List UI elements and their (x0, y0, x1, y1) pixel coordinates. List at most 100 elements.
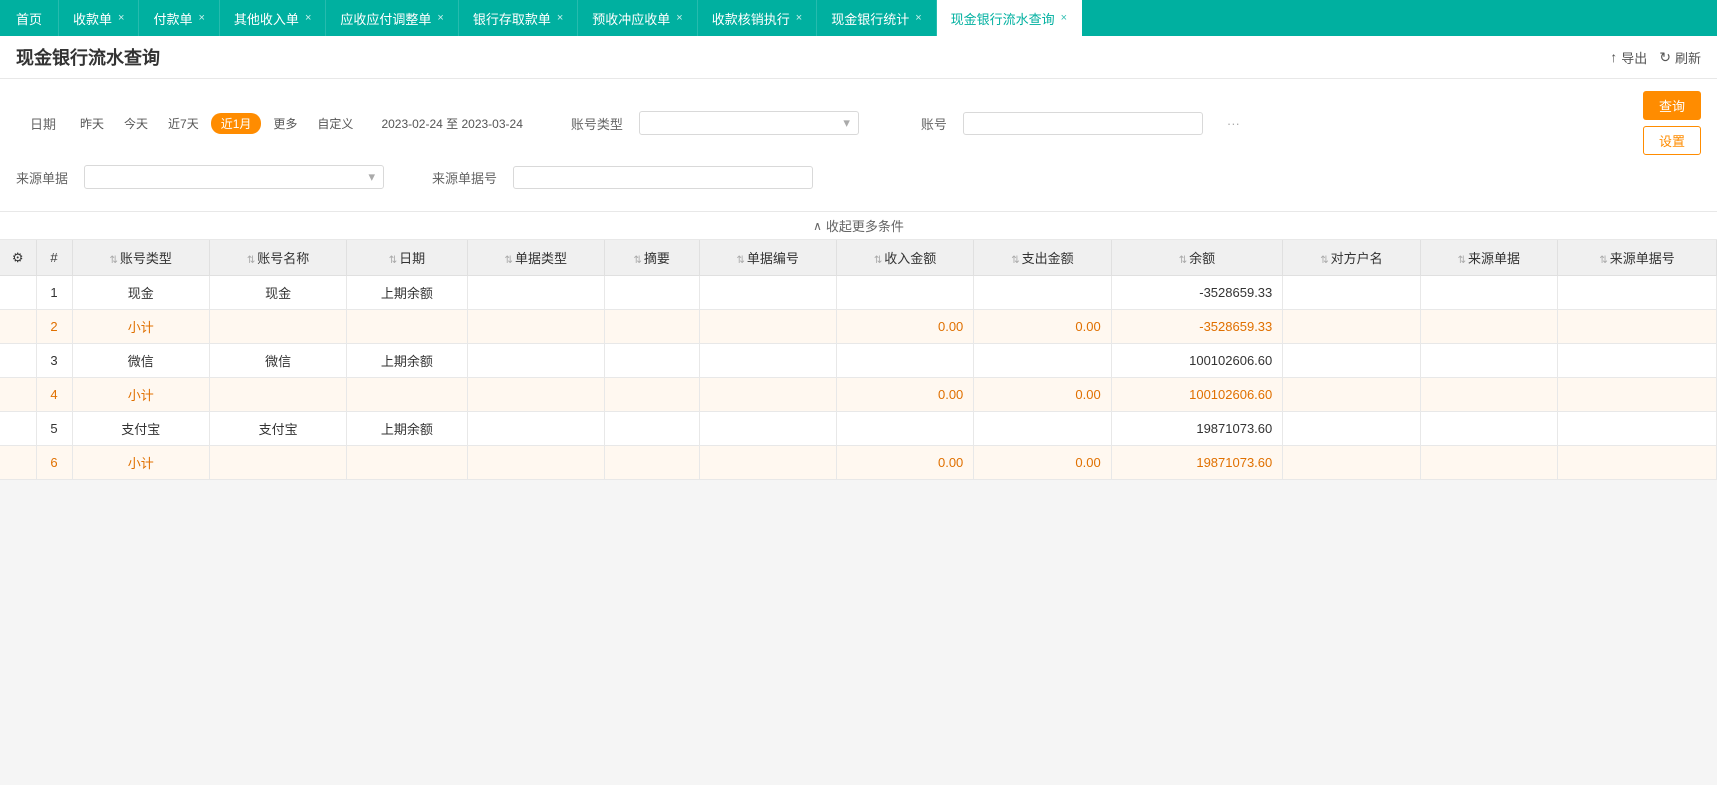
table-cell (1558, 310, 1717, 344)
table-body: 1现金现金上期余额-3528659.332小计0.000.00-3528659.… (0, 276, 1717, 480)
account-type-label: 账号类型 (571, 114, 623, 133)
source-doc-num-input[interactable] (513, 166, 813, 189)
date-opt-more[interactable]: 更多 (265, 113, 305, 134)
table-cell: 0.00 (974, 310, 1111, 344)
table-cell (1558, 412, 1717, 446)
table-cell (1283, 412, 1420, 446)
collapse-bar[interactable]: ∧ 收起更多条件 (0, 212, 1717, 240)
table-cell: 6 (36, 446, 72, 480)
nav-tab-xianjinyinhang[interactable]: 现金银行统计 × (817, 0, 936, 36)
table-cell (467, 446, 604, 480)
column-summary[interactable]: ⇅摘要 (604, 240, 699, 276)
column-account-name[interactable]: ⇅账号名称 (209, 240, 346, 276)
nav-tab-qitashouruda[interactable]: 其他收入单 × (220, 0, 326, 36)
table-cell (699, 276, 836, 310)
nav-tab-yushou[interactable]: 预收冲应收单 × (578, 0, 697, 36)
table-container: ⚙ # ⇅账号类型 ⇅账号名称 ⇅日期 ⇅单据类型 ⇅摘要 ⇅单据编号 ⇅收入金… (0, 240, 1717, 480)
table-cell (604, 310, 699, 344)
table-cell (1420, 412, 1557, 446)
table-cell (0, 378, 36, 412)
close-icon[interactable]: × (1061, 12, 1067, 24)
table-cell (347, 378, 467, 412)
column-account-type[interactable]: ⇅账号类型 (72, 240, 209, 276)
table-cell (604, 412, 699, 446)
subtotal-row: 2小计0.000.00-3528659.33 (0, 310, 1717, 344)
date-opt-yesterday[interactable]: 昨天 (72, 113, 112, 134)
close-icon[interactable]: × (198, 12, 204, 24)
nav-tab-label: 现金银行流水查询 (951, 9, 1055, 28)
table-cell: 微信 (209, 344, 346, 378)
account-label: 账号 (907, 114, 947, 133)
source-doc-label: 来源单据 (16, 168, 68, 187)
nav-tab-fukuandan[interactable]: 付款单 × (139, 0, 219, 36)
close-icon[interactable]: × (305, 12, 311, 24)
column-source-doc-no[interactable]: ⇅来源单据号 (1558, 240, 1717, 276)
data-row: 1现金现金上期余额-3528659.33 (0, 276, 1717, 310)
table-cell: 19871073.60 (1111, 412, 1283, 446)
top-nav: 首页 收款单 × 付款单 × 其他收入单 × 应收应付调整单 × 银行存取款单 … (0, 0, 1717, 36)
date-opt-7days[interactable]: 近7天 (160, 113, 207, 134)
close-icon[interactable]: × (557, 12, 563, 24)
table-cell: 0.00 (836, 446, 973, 480)
close-icon[interactable]: × (796, 12, 802, 24)
table-header-row: ⚙ # ⇅账号类型 ⇅账号名称 ⇅日期 ⇅单据类型 ⇅摘要 ⇅单据编号 ⇅收入金… (0, 240, 1717, 276)
table-cell (1420, 344, 1557, 378)
table-cell: 0.00 (836, 310, 973, 344)
table-cell: 100102606.60 (1111, 378, 1283, 412)
query-button[interactable]: 查询 (1643, 91, 1701, 120)
column-date[interactable]: ⇅日期 (347, 240, 467, 276)
nav-tab-yinhangcunkuan[interactable]: 银行存取款单 × (459, 0, 578, 36)
nav-tab-shoukuanhexiao[interactable]: 收款核销执行 × (698, 0, 817, 36)
column-doc-no[interactable]: ⇅单据编号 (699, 240, 836, 276)
export-button[interactable]: ↑ 导出 (1610, 48, 1647, 67)
close-icon[interactable]: × (437, 12, 443, 24)
column-balance[interactable]: ⇅余额 (1111, 240, 1283, 276)
table-cell (699, 446, 836, 480)
close-icon[interactable]: × (118, 12, 124, 24)
export-icon: ↑ (1610, 49, 1617, 65)
nav-tab-liushuichaxun[interactable]: 现金银行流水查询 × (937, 0, 1082, 36)
date-opt-custom[interactable]: 自定义 (309, 113, 361, 134)
close-icon[interactable]: × (915, 12, 921, 24)
column-expense-amt[interactable]: ⇅支出金额 (974, 240, 1111, 276)
refresh-button[interactable]: ↻ 刷新 (1659, 48, 1701, 67)
account-type-select[interactable]: ▾ (639, 111, 859, 135)
date-opt-today[interactable]: 今天 (116, 113, 156, 134)
nav-tab-label: 收款单 (73, 9, 112, 28)
close-icon[interactable]: × (676, 12, 682, 24)
nav-tab-shoukuandan[interactable]: 收款单 × (59, 0, 139, 36)
table-cell (1283, 378, 1420, 412)
column-gear[interactable]: ⚙ (0, 240, 36, 276)
column-doc-type[interactable]: ⇅单据类型 (467, 240, 604, 276)
more-options-icon[interactable]: ··· (1227, 116, 1240, 131)
table-cell (467, 412, 604, 446)
account-input[interactable] (963, 112, 1203, 135)
table-cell: 微信 (72, 344, 209, 378)
table-cell: 1 (36, 276, 72, 310)
date-label: 日期 (16, 114, 56, 133)
table-cell (347, 310, 467, 344)
nav-home[interactable]: 首页 (0, 0, 59, 36)
table-cell (699, 344, 836, 378)
nav-tab-label: 其他收入单 (234, 9, 299, 28)
subtotal-row: 6小计0.000.0019871073.60 (0, 446, 1717, 480)
table-cell (1420, 276, 1557, 310)
table-cell: 支付宝 (209, 412, 346, 446)
refresh-icon: ↻ (1659, 49, 1671, 66)
nav-tab-label: 收款核销执行 (712, 9, 790, 28)
table-cell (699, 412, 836, 446)
column-source-doc[interactable]: ⇅来源单据 (1420, 240, 1557, 276)
table-cell (974, 412, 1111, 446)
table-cell: 0.00 (974, 378, 1111, 412)
export-label: 导出 (1621, 48, 1647, 67)
nav-tab-yingshouyingfu[interactable]: 应收应付调整单 × (326, 0, 458, 36)
table-cell (0, 412, 36, 446)
source-doc-select[interactable]: ▾ (84, 165, 384, 189)
date-opt-1month[interactable]: 近1月 (211, 113, 262, 134)
column-income-amt[interactable]: ⇅收入金额 (836, 240, 973, 276)
nav-tab-label: 应收应付调整单 (340, 9, 431, 28)
column-counterparty[interactable]: ⇅对方户名 (1283, 240, 1420, 276)
table-cell (467, 276, 604, 310)
filter-row-date: 日期 昨天 今天 近7天 近1月 更多 自定义 2023-02-24 至 202… (16, 91, 1701, 155)
settings-button[interactable]: 设置 (1643, 126, 1701, 155)
